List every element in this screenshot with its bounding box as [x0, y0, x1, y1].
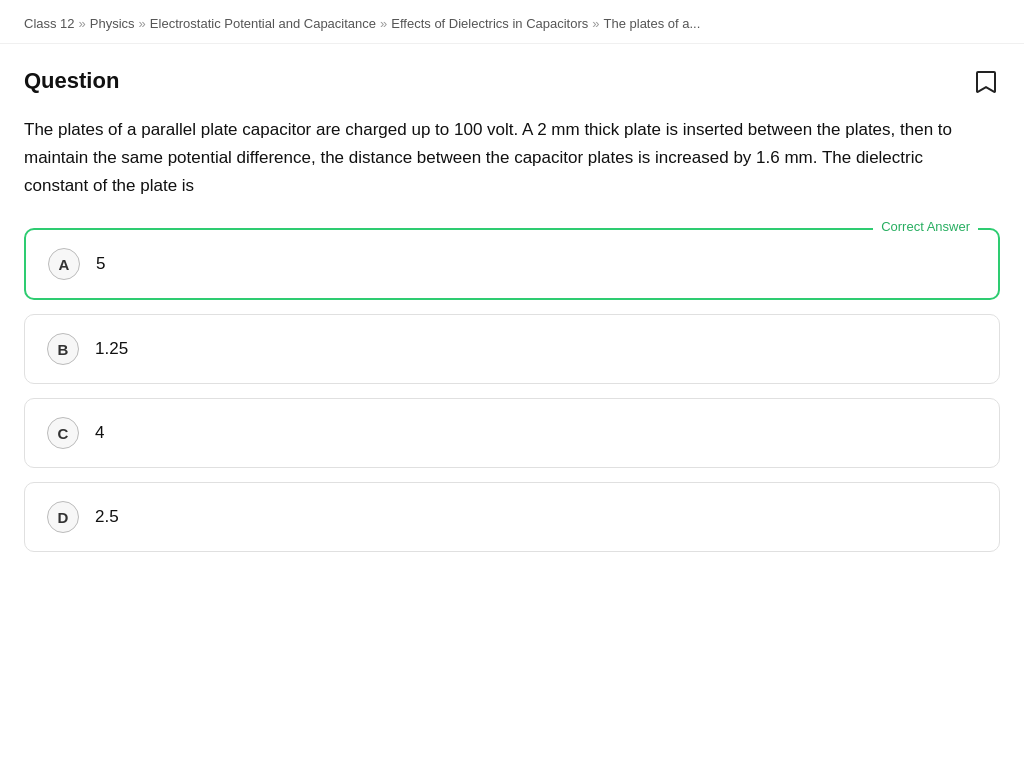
breadcrumb-sep-4: » [592, 16, 599, 31]
breadcrumb: Class 12 » Physics » Electrostatic Poten… [0, 0, 1024, 44]
breadcrumb-electrostatic[interactable]: Electrostatic Potential and Capacitance [150, 16, 376, 31]
options-list: Correct AnswerA5 B 1.25 C4 D 2.5 [24, 228, 1000, 552]
question-title: Question [24, 68, 119, 94]
option-value-a: 5 [96, 254, 105, 274]
option-card-c[interactable]: C4 [24, 398, 1000, 468]
option-value-c: 4 [95, 423, 104, 443]
main-content: Question The plates of a parallel plate … [0, 44, 1024, 584]
breadcrumb-sep-3: » [380, 16, 387, 31]
bookmark-button[interactable] [972, 68, 1000, 96]
option-letter-c: C [47, 417, 79, 449]
option-card-a[interactable]: Correct AnswerA5 [24, 228, 1000, 300]
breadcrumb-sep-2: » [139, 16, 146, 31]
breadcrumb-effects[interactable]: Effects of Dielectrics in Capacitors [391, 16, 588, 31]
option-letter-b: B [47, 333, 79, 365]
option-value-d: 2.5 [95, 507, 119, 527]
option-letter-d: D [47, 501, 79, 533]
option-letter-a: A [48, 248, 80, 280]
option-card-d[interactable]: D 2.5 [24, 482, 1000, 552]
question-header: Question [24, 68, 1000, 96]
option-card-b[interactable]: B 1.25 [24, 314, 1000, 384]
breadcrumb-sep-1: » [79, 16, 86, 31]
breadcrumb-current: The plates of a... [604, 16, 701, 31]
option-value-b: 1.25 [95, 339, 128, 359]
question-body: The plates of a parallel plate capacitor… [24, 116, 984, 200]
breadcrumb-physics[interactable]: Physics [90, 16, 135, 31]
correct-answer-label: Correct Answer [873, 219, 978, 234]
breadcrumb-class12[interactable]: Class 12 [24, 16, 75, 31]
